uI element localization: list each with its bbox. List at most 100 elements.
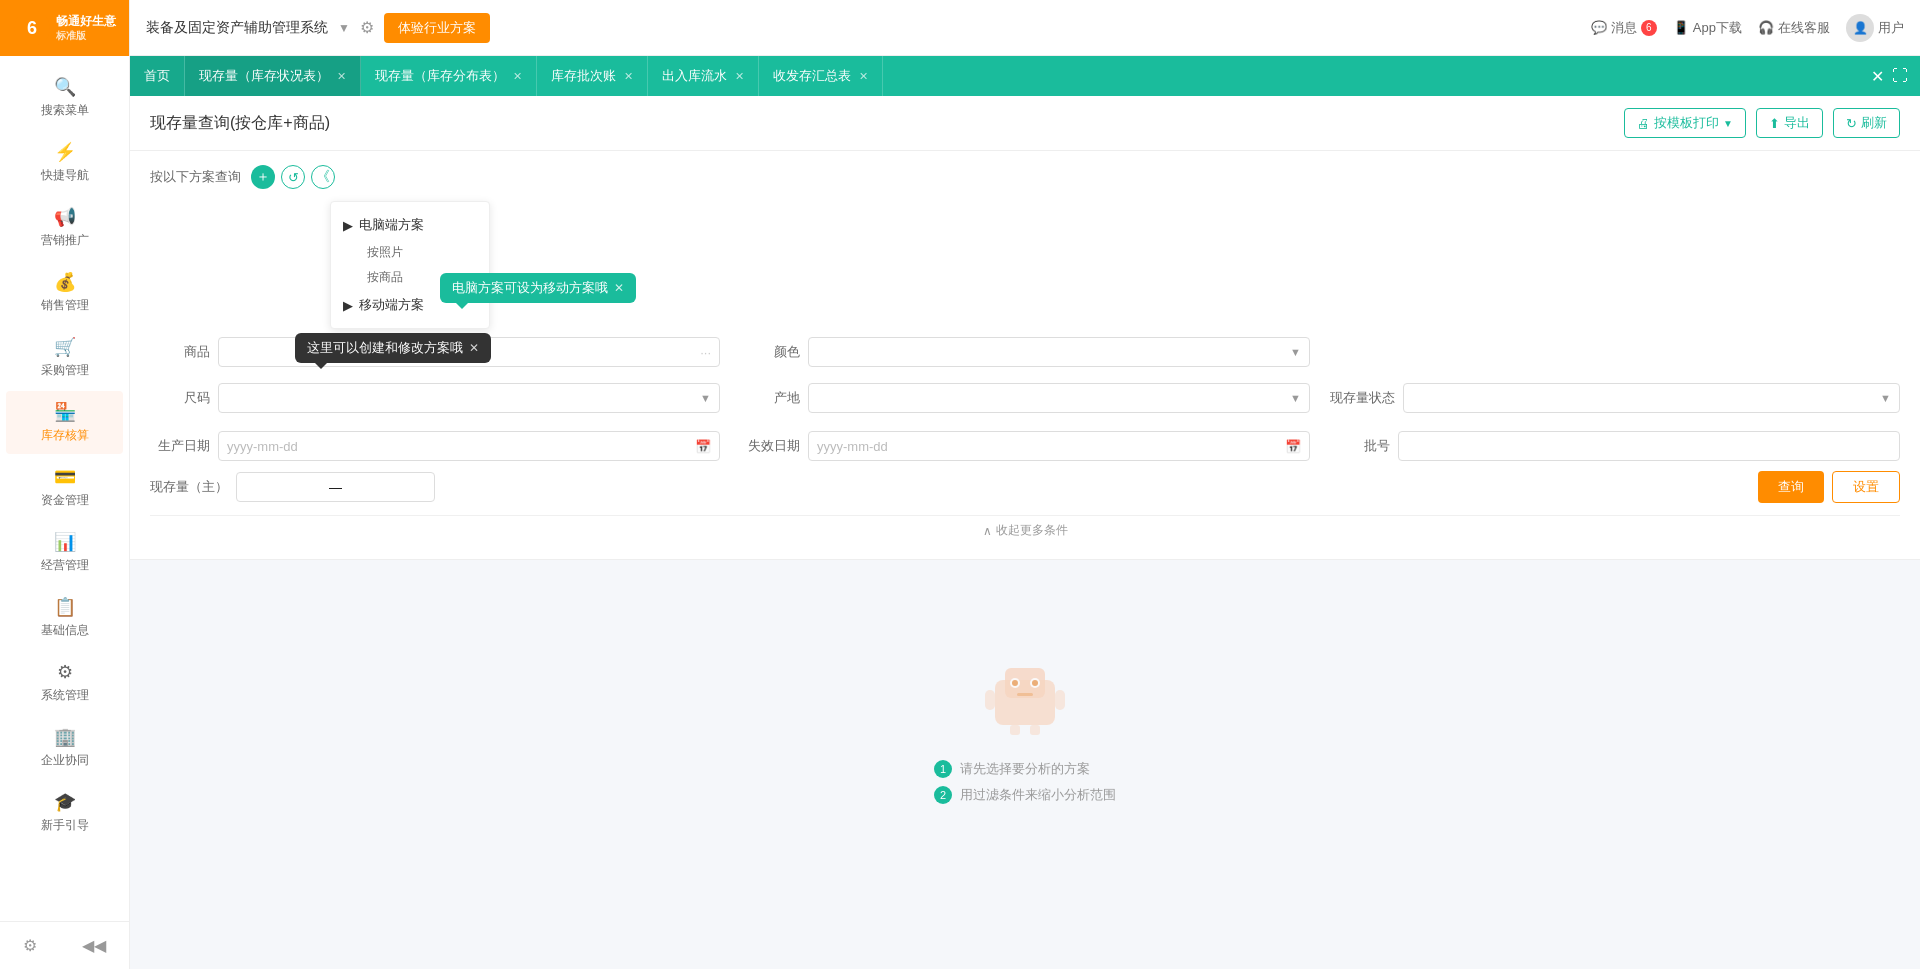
tab-in-out-flow[interactable]: 出入库流水 ✕ [648,56,759,96]
svg-text:6: 6 [26,18,36,38]
filter-origin-select[interactable]: ▼ [808,383,1310,413]
message-icon: 💬 [1591,20,1607,35]
filter-fields-row4: 现存量（主） — 查询 设置 [150,471,1900,503]
tab-recv-summary-close[interactable]: ✕ [859,70,868,83]
filter-settings-btn[interactable]: 设置 [1832,471,1900,503]
prod-date-calendar-icon[interactable]: 📅 [695,439,711,454]
headset-icon: 🎧 [1758,20,1774,35]
app-download-btn[interactable]: 📱 App下载 [1673,19,1742,37]
filter-batch-input[interactable] [1398,431,1900,461]
tab-maximize-icon[interactable]: ⛶ [1892,67,1908,85]
filter-prod-date-input[interactable]: yyyy-mm-dd 📅 [218,431,720,461]
scheme-tree-arrow-pc: ▶ [343,218,353,233]
tooltip-create-text: 这里可以创建和修改方案哦 [307,339,463,357]
app-logo-sub: 标准版 [56,29,116,43]
scheme-tree: ▶ 电脑端方案 按照片 按商品 ▶ 移动端方案 [330,201,490,329]
sidebar-item-enterprise[interactable]: 🏢 企业协同 [6,716,123,779]
filter-batch-label: 批号 [1330,437,1390,455]
exp-date-placeholder: yyyy-mm-dd [817,439,888,454]
empty-state: 1 请先选择要分析的方案 2 用过滤条件来缩小分析范围 [130,560,1920,892]
filter-field-prod-date: 生产日期 yyyy-mm-dd 📅 [150,431,720,461]
tooltip-create-close[interactable]: ✕ [469,341,479,355]
filter-exp-date-input[interactable]: yyyy-mm-dd 📅 [808,431,1310,461]
user-label: 用户 [1878,19,1904,37]
message-btn[interactable]: 💬 消息 6 [1591,19,1657,37]
filter-stock-status-select[interactable]: ▼ [1403,383,1900,413]
topbar-gear-icon[interactable]: ⚙ [360,18,374,37]
template-print-btn[interactable]: 🖨 按模板打印 ▼ [1624,108,1746,138]
filter-stock-qty-range[interactable]: — [236,472,435,502]
sidebar-item-operations[interactable]: 📊 经营管理 [6,521,123,584]
filter-stock-qty-max[interactable] [346,480,426,495]
scheme-tree-mobile-label: 移动端方案 [359,296,424,314]
filter-actions: ＋ ↺ 《 [251,165,335,189]
sidebar-item-sales[interactable]: 💰 销售管理 [6,261,123,324]
search-btn[interactable]: 查询 [1758,471,1824,503]
filter-field-stock-qty: 现存量（主） — [150,472,435,502]
tab-home[interactable]: 首页 [130,56,185,96]
sidebar-logo: 6 畅通好生意 标准版 [0,0,129,56]
filter-size-select[interactable]: ▼ [218,383,720,413]
sidebar-collapse-btn[interactable]: ◀◀ [74,932,114,959]
tab-in-out-flow-close[interactable]: ✕ [735,70,744,83]
sidebar-item-quicknav-label: 快捷导航 [41,167,89,184]
system-dropdown-btn[interactable]: ▼ [338,21,350,35]
tab-stock-status[interactable]: 现存量（库存状况表） ✕ [185,56,361,96]
svg-rect-8 [1017,693,1033,696]
user-menu-btn[interactable]: 👤 用户 [1846,14,1904,42]
tab-stock-status-close[interactable]: ✕ [337,70,346,83]
tab-close-all-icon[interactable]: ✕ [1871,67,1884,86]
tooltip-scheme-close[interactable]: ✕ [614,281,624,295]
filter-stock-qty-label: 现存量（主） [150,478,228,496]
topbar-left: 装备及固定资产辅助管理系统 ▼ ⚙ 体验行业方案 [146,13,490,43]
tab-stock-dist[interactable]: 现存量（库存分布表） ✕ [361,56,537,96]
tab-window-controls: ✕ ⛶ [1859,56,1920,96]
sidebar-item-guide[interactable]: 🎓 新手引导 [6,781,123,844]
sidebar-item-marketing[interactable]: 📢 营销推广 [6,196,123,259]
filter-fields-row3: 生产日期 yyyy-mm-dd 📅 失效日期 yyyy-mm-dd 📅 批号 [150,431,1900,461]
sidebar-item-finance[interactable]: 💳 资金管理 [6,456,123,519]
sidebar-item-basic[interactable]: 📋 基础信息 [6,586,123,649]
svg-point-7 [1032,680,1038,686]
tab-recv-summary[interactable]: 收发存汇总表 ✕ [759,56,883,96]
filter-color-select[interactable]: ▼ [808,337,1310,367]
sidebar-item-search[interactable]: 🔍 搜索菜单 [6,66,123,129]
sidebar-item-quicknav[interactable]: ⚡ 快捷导航 [6,131,123,194]
scheme-sub-0[interactable]: 按照片 [355,240,489,265]
collapse-bar[interactable]: ∧ 收起更多条件 [150,515,1900,545]
step-1-num: 1 [934,760,952,778]
sidebar-item-stock[interactable]: 🏪 库存核算 [6,391,123,454]
sidebar-item-finance-label: 资金管理 [41,492,89,509]
sidebar: 6 畅通好生意 标准版 🔍 搜索菜单 ⚡ 快捷导航 📢 营销推广 💰 销售管理 … [0,0,130,969]
sidebar-item-system[interactable]: ⚙ 系统管理 [6,651,123,714]
export-btn[interactable]: ⬆ 导出 [1756,108,1823,138]
svg-rect-11 [1010,725,1020,735]
refresh-btn[interactable]: ↻ 刷新 [1833,108,1900,138]
quicknav-icon: ⚡ [54,141,76,163]
tab-stock-batch-close[interactable]: ✕ [624,70,633,83]
filter-fields-row2: 尺码 ▼ 产地 ▼ 现存量状态 ▼ [150,383,1900,421]
sidebar-settings-btn[interactable]: ⚙ [15,932,45,959]
add-scheme-btn[interactable]: ＋ [251,165,275,189]
back-scheme-btn[interactable]: 《 [311,165,335,189]
filter-goods-dots[interactable]: ··· [700,345,711,360]
stock-status-select-arrow: ▼ [1880,392,1891,404]
template-print-dropdown[interactable]: ▼ [1723,118,1733,129]
industry-btn[interactable]: 体验行业方案 [384,13,490,43]
export-label: 导出 [1784,114,1810,132]
finance-icon: 💳 [54,466,76,488]
topbar-right: 💬 消息 6 📱 App下载 🎧 在线客服 👤 用户 [1591,14,1904,42]
sidebar-nav: 🔍 搜索菜单 ⚡ 快捷导航 📢 营销推广 💰 销售管理 🛒 采购管理 🏪 库存核… [0,56,129,921]
online-support-btn[interactable]: 🎧 在线客服 [1758,19,1830,37]
scheme-tree-pc[interactable]: ▶ 电脑端方案 [331,210,489,240]
tab-stock-batch[interactable]: 库存批次账 ✕ [537,56,648,96]
filter-stock-status-label: 现存量状态 [1330,389,1395,407]
enterprise-icon: 🏢 [54,726,76,748]
tab-stock-dist-close[interactable]: ✕ [513,70,522,83]
filter-stock-qty-min[interactable] [245,480,325,495]
sidebar-bottom: ⚙ ◀◀ [0,921,129,969]
filter-field-stock-status: 现存量状态 ▼ [1330,383,1900,413]
exp-date-calendar-icon[interactable]: 📅 [1285,439,1301,454]
sidebar-item-purchase[interactable]: 🛒 采购管理 [6,326,123,389]
reset-scheme-btn[interactable]: ↺ [281,165,305,189]
